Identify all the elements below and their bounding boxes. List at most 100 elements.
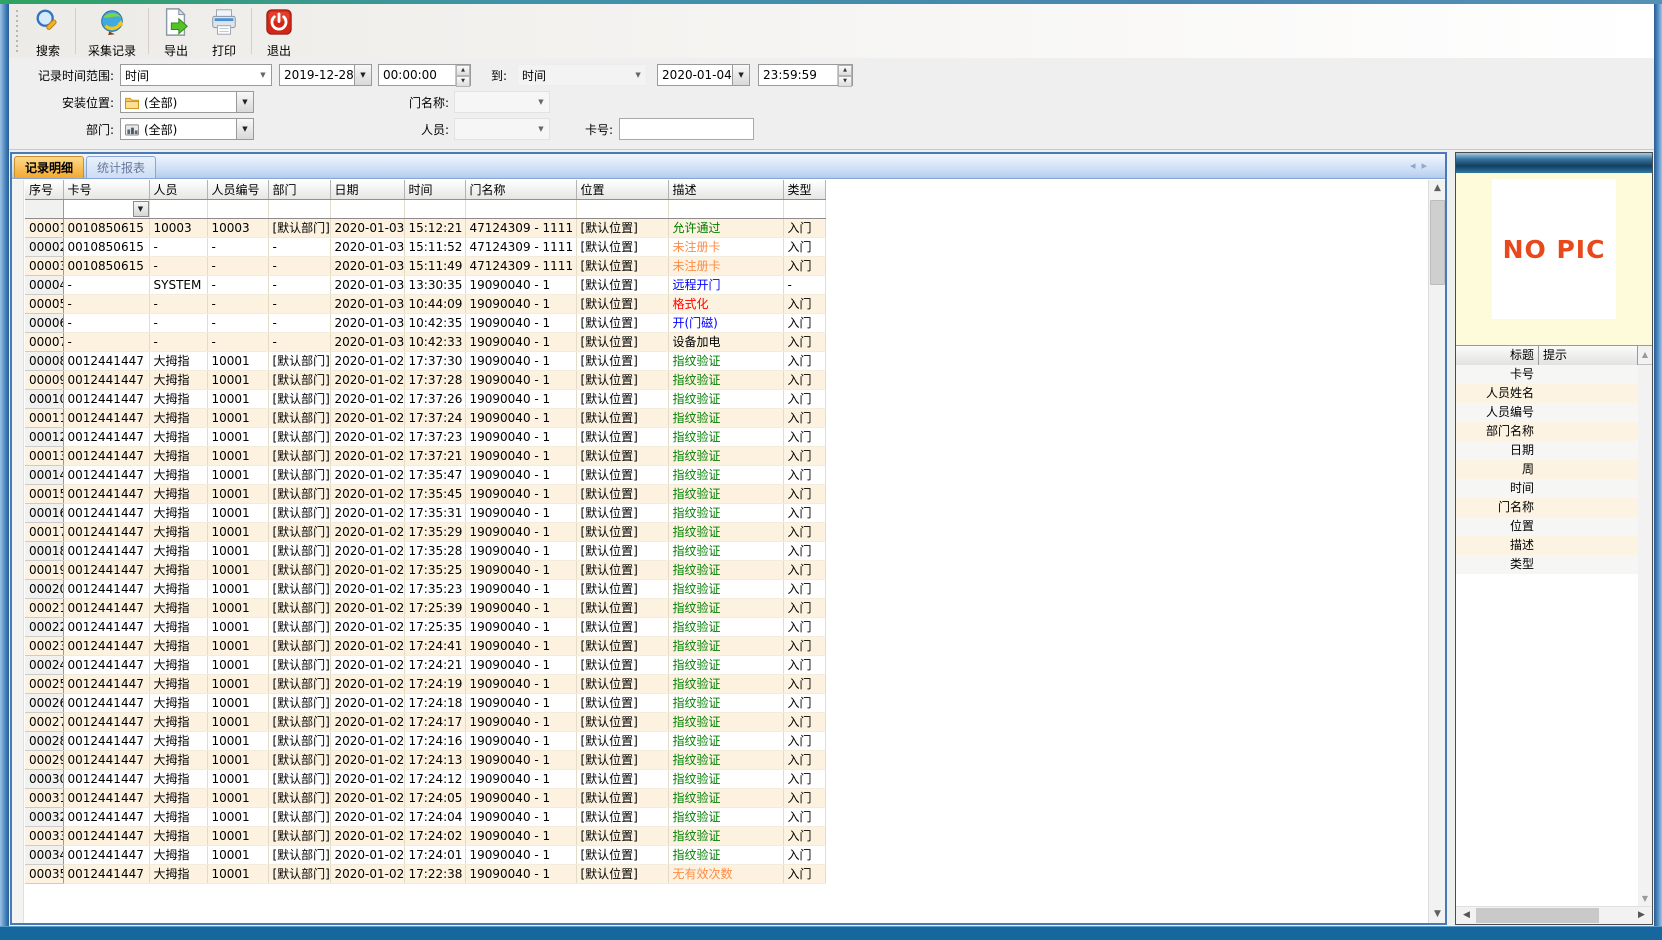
caption-column-title[interactable]: 标题: [1456, 346, 1539, 366]
caption-row[interactable]: 门名称: [1456, 498, 1638, 517]
time-type-to-combo[interactable]: 时间 ▼: [517, 64, 647, 86]
table-row[interactable]: 000080012441447大拇指10001[默认部门]2020-01-021…: [25, 351, 825, 370]
column-filter-location[interactable]: [576, 199, 668, 218]
spinner-buttons[interactable]: ▲▼: [837, 65, 852, 85]
column-filter-card[interactable]: ▼: [63, 199, 149, 218]
department-combo[interactable]: (全部) ▼: [120, 118, 254, 140]
scroll-up-icon[interactable]: ▲: [1429, 180, 1446, 197]
tab-record-detail[interactable]: 记录明细: [14, 156, 84, 178]
scroll-down-icon[interactable]: ▼: [1429, 906, 1446, 923]
column-header-time[interactable]: 时间: [404, 180, 465, 199]
column-filter-time[interactable]: [404, 199, 465, 218]
caption-row[interactable]: 日期: [1456, 441, 1638, 460]
table-row[interactable]: 000210012441447大拇指10001[默认部门]2020-01-021…: [25, 598, 825, 617]
table-row[interactable]: 000330012441447大拇指10001[默认部门]2020-01-021…: [25, 826, 825, 845]
column-header-person[interactable]: 人员: [149, 180, 207, 199]
time-to-spinner[interactable]: 23:59:59 ▲▼: [758, 64, 853, 86]
table-row[interactable]: 000020010850615---2020-01-0315:11:524712…: [25, 237, 825, 256]
column-filter-date[interactable]: [330, 199, 404, 218]
column-filter-person-id[interactable]: [207, 199, 268, 218]
export-button[interactable]: 导出: [152, 4, 200, 58]
column-header-door[interactable]: 门名称: [465, 180, 576, 199]
time-type-from-combo[interactable]: 时间 ▼: [120, 64, 272, 86]
column-filter-door[interactable]: [465, 199, 576, 218]
column-header-type[interactable]: 类型: [783, 180, 825, 199]
column-header-date[interactable]: 日期: [330, 180, 404, 199]
caption-row[interactable]: 描述: [1456, 536, 1638, 555]
table-row[interactable]: 000300012441447大拇指10001[默认部门]2020-01-021…: [25, 769, 825, 788]
table-row[interactable]: 00004-SYSTEM--2020-01-0313:30:3519090040…: [25, 275, 825, 294]
caption-row[interactable]: 部门名称: [1456, 422, 1638, 441]
tab-statistics-report[interactable]: 统计报表: [86, 156, 156, 178]
table-row[interactable]: 000280012441447大拇指10001[默认部门]2020-01-021…: [25, 731, 825, 750]
table-row[interactable]: 000190012441447大拇指10001[默认部门]2020-01-021…: [25, 560, 825, 579]
column-header-person-id[interactable]: 人员编号: [207, 180, 268, 199]
table-row[interactable]: 000350012441447大拇指10001[默认部门]2020-01-021…: [25, 864, 825, 883]
column-header-no[interactable]: 序号: [25, 180, 63, 199]
table-row[interactable]: 000130012441447大拇指10001[默认部门]2020-01-021…: [25, 446, 825, 465]
date-to-picker[interactable]: 2020-01-04 ▼: [657, 64, 750, 86]
table-row[interactable]: 000260012441447大拇指10001[默认部门]2020-01-021…: [25, 693, 825, 712]
search-button[interactable]: 搜索: [24, 4, 72, 58]
grid-vertical-scrollbar[interactable]: ▲ ▼: [1428, 180, 1445, 923]
table-row[interactable]: 00005----2020-01-0310:44:0919090040 - 1[…: [25, 294, 825, 313]
table-row[interactable]: 000250012441447大拇指10001[默认部门]2020-01-021…: [25, 674, 825, 693]
table-row[interactable]: 000340012441447大拇指10001[默认部门]2020-01-021…: [25, 845, 825, 864]
column-header-card[interactable]: 卡号: [63, 180, 149, 199]
table-row[interactable]: 000200012441447大拇指10001[默认部门]2020-01-021…: [25, 579, 825, 598]
table-row[interactable]: 000240012441447大拇指10001[默认部门]2020-01-021…: [25, 655, 825, 674]
scroll-down-icon[interactable]: ▼: [1638, 892, 1652, 906]
date-from-picker[interactable]: 2019-12-28 ▼: [279, 64, 372, 86]
table-row[interactable]: 000100012441447大拇指10001[默认部门]2020-01-021…: [25, 389, 825, 408]
install-location-combo[interactable]: (全部) ▼: [120, 91, 254, 113]
table-row[interactable]: 000270012441447大拇指10001[默认部门]2020-01-021…: [25, 712, 825, 731]
table-row[interactable]: 000150012441447大拇指10001[默认部门]2020-01-021…: [25, 484, 825, 503]
caption-row[interactable]: 人员编号: [1456, 403, 1638, 422]
caption-row[interactable]: 卡号: [1456, 365, 1638, 384]
table-row[interactable]: 000180012441447大拇指10001[默认部门]2020-01-021…: [25, 541, 825, 560]
column-header-desc[interactable]: 描述: [668, 180, 783, 199]
card-number-input[interactable]: [619, 118, 754, 140]
tab-scroll-arrows[interactable]: ◂▸: [1410, 159, 1433, 172]
caption-row[interactable]: 人员姓名: [1456, 384, 1638, 403]
caption-column-hint[interactable]: 提示: [1539, 346, 1638, 366]
caption-row[interactable]: 类型: [1456, 555, 1638, 574]
print-button[interactable]: 打印: [200, 4, 248, 58]
column-filter-dept[interactable]: [268, 199, 330, 218]
column-header-dept[interactable]: 部门: [268, 180, 330, 199]
column-filter-person[interactable]: [149, 199, 207, 218]
card-filter-dropdown[interactable]: ▼: [133, 201, 149, 217]
table-row[interactable]: 000220012441447大拇指10001[默认部门]2020-01-021…: [25, 617, 825, 636]
caption-row[interactable]: 位置: [1456, 517, 1638, 536]
column-header-location[interactable]: 位置: [576, 180, 668, 199]
table-row[interactable]: 00006----2020-01-0310:42:3519090040 - 1[…: [25, 313, 825, 332]
table-row[interactable]: 000290012441447大拇指10001[默认部门]2020-01-021…: [25, 750, 825, 769]
collect-records-button[interactable]: 采集记录: [79, 4, 145, 58]
table-row[interactable]: 00007----2020-01-0310:42:3319090040 - 1[…: [25, 332, 825, 351]
caption-vertical-scrollbar[interactable]: ▼: [1638, 365, 1652, 906]
scroll-up-icon[interactable]: ▲: [1638, 346, 1652, 365]
table-row[interactable]: 000110012441447大拇指10001[默认部门]2020-01-021…: [25, 408, 825, 427]
scroll-right-icon[interactable]: ▶: [1633, 907, 1650, 924]
scrollbar-thumb[interactable]: [1430, 200, 1445, 285]
table-row[interactable]: 000310012441447大拇指10001[默认部门]2020-01-021…: [25, 788, 825, 807]
column-filter-desc[interactable]: [668, 199, 783, 218]
table-row[interactable]: 000170012441447大拇指10001[默认部门]2020-01-021…: [25, 522, 825, 541]
table-row[interactable]: 000140012441447大拇指10001[默认部门]2020-01-021…: [25, 465, 825, 484]
table-row[interactable]: 000160012441447大拇指10001[默认部门]2020-01-021…: [25, 503, 825, 522]
time-from-spinner[interactable]: 00:00:00 ▲▼: [378, 64, 471, 86]
column-filter-type[interactable]: [783, 199, 825, 218]
caption-horizontal-scrollbar[interactable]: ◀ ▶: [1456, 906, 1652, 924]
table-row[interactable]: 0000100108506151000310003[默认部门]2020-01-0…: [25, 218, 825, 237]
table-row[interactable]: 000030010850615---2020-01-0315:11:494712…: [25, 256, 825, 275]
caption-row[interactable]: 时间: [1456, 479, 1638, 498]
table-row[interactable]: 000230012441447大拇指10001[默认部门]2020-01-021…: [25, 636, 825, 655]
exit-button[interactable]: 退出: [255, 4, 303, 58]
table-row[interactable]: 000090012441447大拇指10001[默认部门]2020-01-021…: [25, 370, 825, 389]
spinner-buttons[interactable]: ▲▼: [455, 65, 470, 85]
door-name-combo[interactable]: ▼: [454, 91, 550, 113]
scrollbar-thumb[interactable]: [1476, 908, 1599, 923]
caption-row[interactable]: 周: [1456, 460, 1638, 479]
table-row[interactable]: 000320012441447大拇指10001[默认部门]2020-01-021…: [25, 807, 825, 826]
table-row[interactable]: 000120012441447大拇指10001[默认部门]2020-01-021…: [25, 427, 825, 446]
